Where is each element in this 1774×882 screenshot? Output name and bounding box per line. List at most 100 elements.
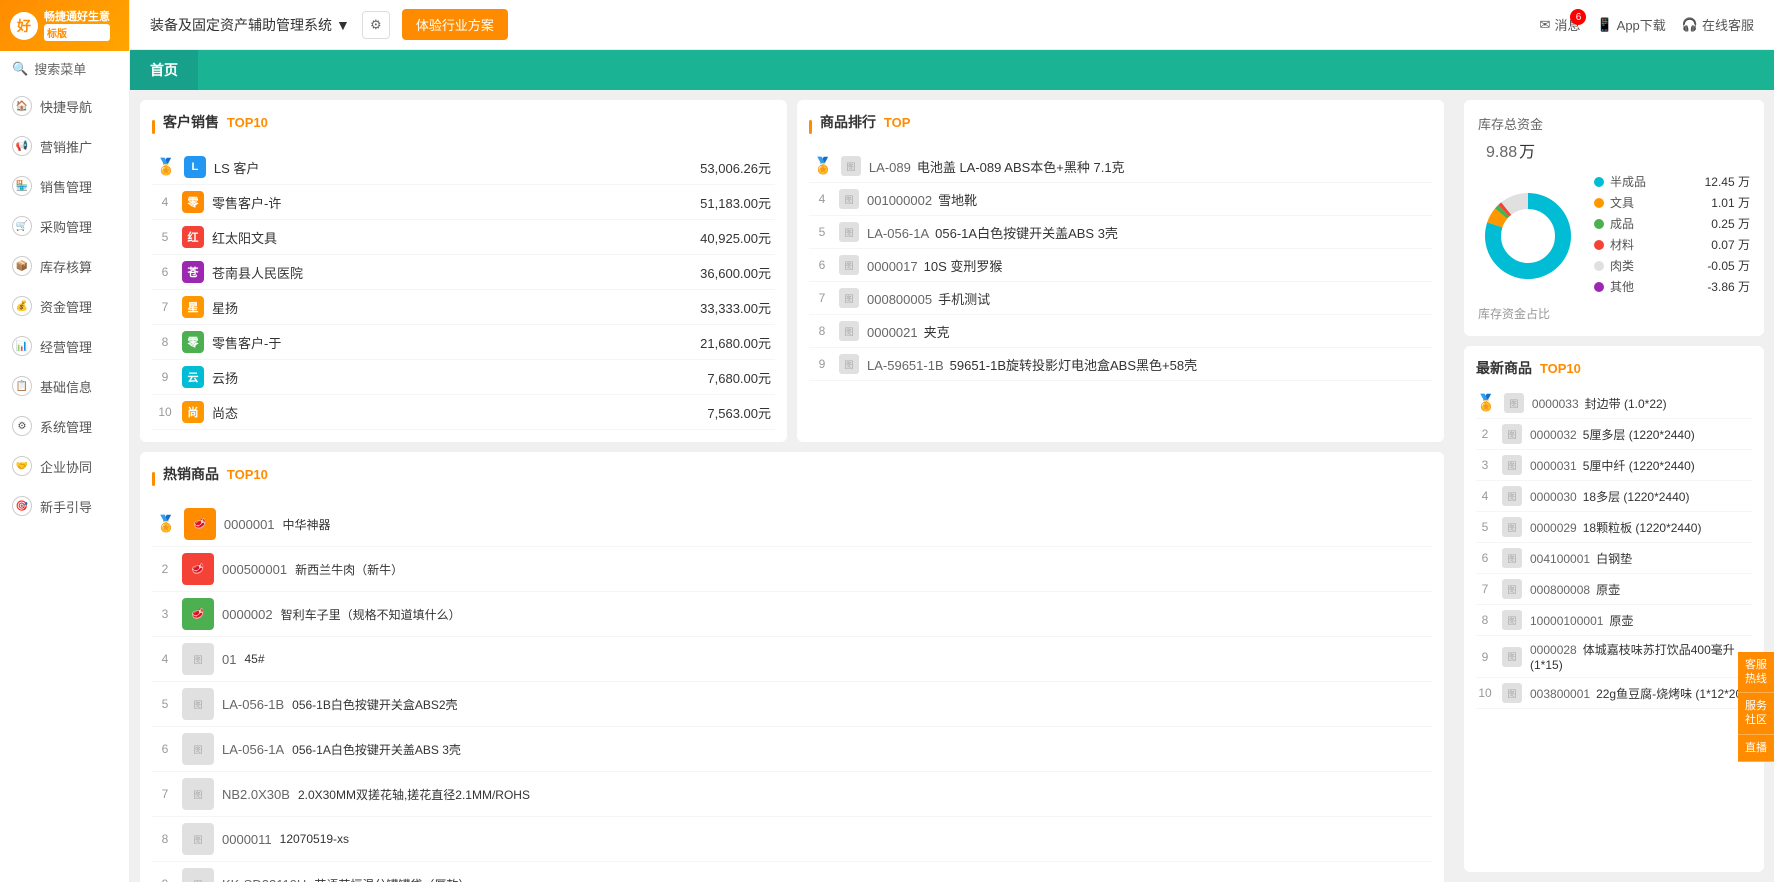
legend-dot: [1594, 240, 1604, 250]
table-row: 9 图 LA-59651-1B59651-1B旋转投影灯电池盒ABS黑色+58壳: [809, 348, 1432, 381]
system-title-select[interactable]: 装备及固定资产辅助管理系统 ▼: [150, 15, 350, 35]
legend-item: 材料 0.07 万: [1594, 236, 1750, 253]
sidebar-item-operations[interactable]: 📊 经营管理: [0, 326, 129, 366]
list-item: 10 图 00380000122g鱼豆腐-烧烤味 (1*12*20): [1476, 678, 1752, 709]
rank-name: LA-59651-1B59651-1B旋转投影灯电池盒ABS黑色+58壳: [867, 355, 1428, 374]
customer-service-button[interactable]: 客服热线: [1738, 652, 1774, 694]
product-name: 智利车子里（规格不知道填什么）: [281, 606, 1428, 623]
product-img: 图: [839, 189, 859, 209]
sidebar-item-marketing[interactable]: 📢 营销推广: [0, 126, 129, 166]
sidebar-item-label: 销售管理: [40, 177, 92, 196]
legend-item: 成品 0.25 万: [1594, 215, 1750, 232]
product-code: 01: [222, 652, 236, 667]
operations-icon: 📊: [12, 336, 32, 356]
customer-ranking-card: 客户销售 TOP10 🏅 L LS 客户 53,006.26元 4 零 零售: [140, 100, 787, 442]
online-service-action[interactable]: 🎧 在线客服: [1682, 15, 1754, 34]
settings-button[interactable]: ⚙: [362, 11, 390, 39]
rank-num: 10: [156, 405, 174, 419]
customer-ranking-table: 🏅 L LS 客户 53,006.26元 4 零 零售客户-许 51,183.0…: [152, 150, 775, 430]
product-img: 图: [839, 255, 859, 275]
sidebar-item-home[interactable]: 🏠 快捷导航: [0, 86, 129, 126]
logo-icon: 好: [10, 12, 38, 40]
product-thumbnail: 图: [182, 688, 214, 720]
hot-products-title: 热销商品 TOP10: [163, 464, 268, 484]
sidebar-item-corp[interactable]: 🤝 企业协同: [0, 446, 129, 486]
legend-value: 1.01 万: [1711, 194, 1750, 211]
legend-value: -0.05 万: [1707, 257, 1750, 274]
message-action[interactable]: ✉ 消息 6: [1540, 15, 1581, 34]
rank-num: 9: [156, 370, 174, 384]
list-item: 🏅 图 0000033封边带 (1.0*22): [1476, 388, 1752, 419]
rank-num: 4: [1476, 489, 1494, 503]
list-item: 7 图 NB2.0X30B 2.0X30MM双搓花轴,搓花直径2.1MM/ROH…: [152, 772, 1432, 817]
rank-name: 尚态: [212, 403, 699, 422]
product-code: KK-SD22110H: [222, 877, 306, 882]
product-img: 图: [1502, 424, 1522, 444]
legend-dot: [1594, 219, 1604, 229]
sidebar-item-inventory[interactable]: 📦 库存核算: [0, 246, 129, 286]
sidebar-item-purchase[interactable]: 🛒 采购管理: [0, 206, 129, 246]
app-download-action[interactable]: 📱 App下载: [1596, 15, 1665, 34]
sidebar-item-guide[interactable]: 🎯 新手引导: [0, 486, 129, 526]
list-item: 5 图 000002918颗粒板 (1220*2440): [1476, 512, 1752, 543]
donut-chart: [1478, 186, 1578, 286]
tab-home[interactable]: 首页: [130, 50, 198, 90]
sidebar-search[interactable]: 🔍 搜索菜单: [0, 51, 129, 86]
legend-dot: [1594, 261, 1604, 271]
product-name: 新西兰牛肉（新牛）: [295, 561, 1428, 578]
dropdown-arrow-icon: ▼: [336, 17, 350, 33]
product-thumbnail: 🥩: [182, 598, 214, 630]
product-info: 000002918颗粒板 (1220*2440): [1530, 519, 1752, 536]
live-button[interactable]: 直播: [1738, 735, 1774, 762]
community-button[interactable]: 服务社区: [1738, 693, 1774, 735]
inventory-amount: 9.88万: [1482, 137, 1535, 163]
rank-num: 5: [156, 230, 174, 244]
sidebar-item-label: 基础信息: [40, 377, 92, 396]
search-icon: 🔍: [12, 61, 28, 77]
purchase-icon: 🛒: [12, 216, 32, 236]
sidebar-item-basic-info[interactable]: 📋 基础信息: [0, 366, 129, 406]
sidebar-item-finance[interactable]: 💰 资金管理: [0, 286, 129, 326]
list-item: 🏅 🥩 0000001 中华神器: [152, 502, 1432, 547]
sidebar-item-system[interactable]: ⚙ 系统管理: [0, 406, 129, 446]
product-img: 图: [1502, 548, 1522, 568]
table-row: 10 尚 尚态 7,563.00元: [152, 395, 775, 430]
marketing-icon: 📢: [12, 136, 32, 156]
product-img: 图: [839, 288, 859, 308]
product-name: 2.0X30MM双搓花轴,搓花直径2.1MM/ROHS: [298, 786, 1428, 803]
sidebar-item-label: 新手引导: [40, 497, 92, 516]
inventory-card: 库存总资金 9.88万: [1464, 100, 1764, 336]
product-img: 图: [1502, 517, 1522, 537]
product-code: LA-056-1B: [222, 697, 284, 712]
logo-text: 畅捷通好生意: [44, 10, 110, 24]
product-img: 图: [839, 354, 859, 374]
rank-name: LA-089电池盖 LA-089 ABS本色+黑种 7.1克: [869, 157, 1428, 176]
medal-icon: 🏅: [156, 157, 176, 177]
list-item: 6 图 004100001白钢垫: [1476, 543, 1752, 574]
rank-name: 红太阳文具: [212, 228, 692, 247]
rank-name: 000001710S 变刑罗猴: [867, 256, 1428, 275]
customer-ranking-header: 客户销售 TOP10: [152, 112, 775, 142]
home-icon: 🏠: [12, 96, 32, 116]
header-line: [809, 120, 812, 134]
rank-num: 3: [1476, 458, 1494, 472]
product-img: 图: [1502, 610, 1522, 630]
sidebar-logo: 好 畅捷通好生意 标版: [0, 0, 129, 51]
legend-dot: [1594, 177, 1604, 187]
product-thumbnail: 图: [182, 733, 214, 765]
product-info: 000800008原壶: [1530, 581, 1752, 598]
inventory-icon: 📦: [12, 256, 32, 276]
message-icon: ✉: [1540, 17, 1551, 33]
corp-icon: 🤝: [12, 456, 32, 476]
product-info: 00380000122g鱼豆腐-烧烤味 (1*12*20): [1530, 685, 1752, 702]
sidebar-item-sales[interactable]: 🏪 销售管理: [0, 166, 129, 206]
hot-products-card: 热销商品 TOP10 🏅 🥩 0000001 中华神器 2 🥩 00050000…: [140, 452, 1444, 882]
product-name: 056-1A白色按键开关盖ABS 3壳: [292, 741, 1428, 758]
headset-icon: 🎧: [1682, 17, 1698, 33]
list-item: 9 图 0000028体城嘉枝味苏打饮品400毫升 (1*15): [1476, 636, 1752, 678]
rank-num: 9: [156, 877, 174, 882]
rank-badge: 零: [182, 191, 204, 213]
try-button[interactable]: 体验行业方案: [402, 9, 508, 40]
table-row: 5 红 红太阳文具 40,925.00元: [152, 220, 775, 255]
main-area: 装备及固定资产辅助管理系统 ▼ ⚙ 体验行业方案 ✉ 消息 6 📱 App下载 …: [130, 0, 1774, 882]
